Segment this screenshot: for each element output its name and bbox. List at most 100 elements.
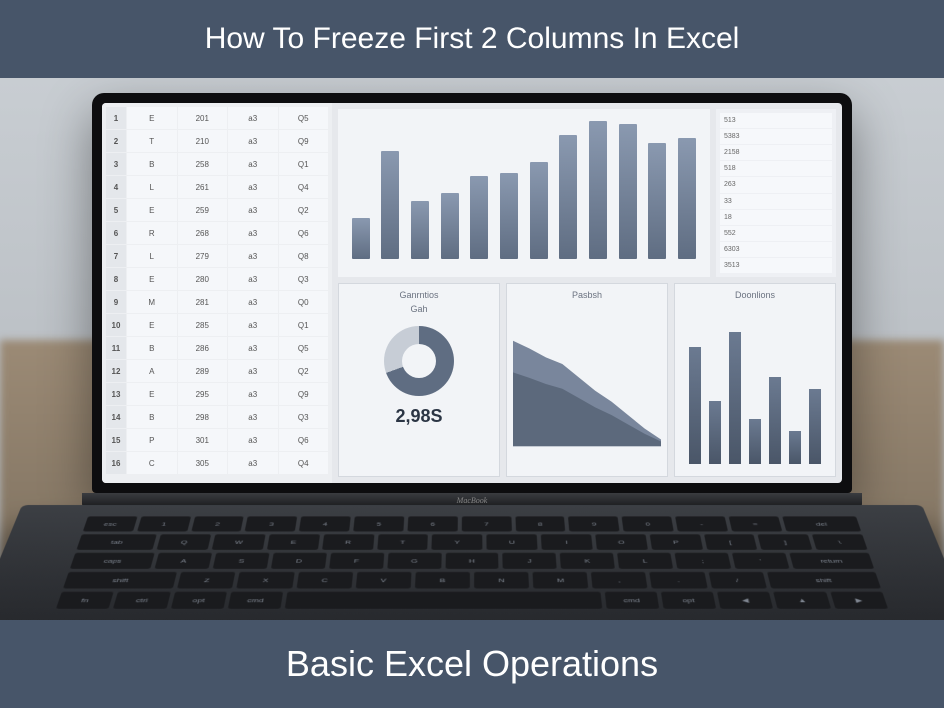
top-banner: How To Freeze First 2 Columns In Excel bbox=[0, 0, 944, 78]
cell: B bbox=[127, 406, 177, 428]
top-chart-row: 51353832158518263331855263033513 bbox=[332, 103, 842, 283]
key: cmd bbox=[228, 591, 284, 608]
cell: Q8 bbox=[279, 245, 329, 267]
cell: 261 bbox=[178, 176, 228, 198]
key: , bbox=[591, 572, 648, 589]
key: del bbox=[782, 516, 861, 531]
area-label: Pasbsh bbox=[572, 290, 602, 300]
key: ▲ bbox=[774, 591, 831, 608]
key: \ bbox=[812, 534, 868, 550]
key: M bbox=[533, 572, 589, 589]
top-bar-chart bbox=[338, 109, 710, 277]
key: 2 bbox=[191, 516, 244, 531]
cell: a3 bbox=[228, 337, 278, 359]
key: opt bbox=[661, 591, 717, 608]
key: E bbox=[267, 534, 320, 550]
donut-label: Gah bbox=[410, 304, 427, 314]
mini-bar bbox=[769, 377, 781, 464]
cell: 210 bbox=[178, 130, 228, 152]
row-header: 13 bbox=[106, 383, 126, 405]
top-title: How To Freeze First 2 Columns In Excel bbox=[205, 22, 740, 56]
cell: 301 bbox=[178, 429, 228, 451]
side-value: 5383 bbox=[720, 129, 832, 144]
bar bbox=[411, 201, 429, 259]
key: shift bbox=[767, 572, 881, 589]
cell: E bbox=[127, 268, 177, 290]
cell: a3 bbox=[228, 360, 278, 382]
key: ◀ bbox=[717, 591, 773, 608]
key: 0 bbox=[622, 516, 674, 531]
key: fn bbox=[56, 591, 114, 608]
cell: Q6 bbox=[279, 222, 329, 244]
cell: a3 bbox=[228, 314, 278, 336]
cell: Q6 bbox=[279, 429, 329, 451]
cell: M bbox=[127, 291, 177, 313]
photo-area: 1E201a3Q52T210a3Q93B258a3Q14L261a3Q45E25… bbox=[0, 78, 944, 620]
key: ▶ bbox=[830, 591, 888, 608]
key: B bbox=[415, 572, 470, 589]
key: Z bbox=[177, 572, 235, 589]
cell: 289 bbox=[178, 360, 228, 382]
key: N bbox=[474, 572, 529, 589]
cell: L bbox=[127, 176, 177, 198]
cell: 279 bbox=[178, 245, 228, 267]
cell: 268 bbox=[178, 222, 228, 244]
cell: a3 bbox=[228, 291, 278, 313]
cell: 258 bbox=[178, 153, 228, 175]
bar bbox=[619, 124, 637, 259]
side-value: 18 bbox=[720, 210, 832, 225]
key-row: tabQWERTYUIOP[]\ bbox=[76, 534, 867, 550]
mini-bar bbox=[809, 389, 821, 464]
key: R bbox=[322, 534, 374, 550]
cell: 259 bbox=[178, 199, 228, 221]
row-header: 16 bbox=[106, 452, 126, 474]
keyboard: esc1234567890-=deltabQWERTYUIOP[]\capsAS… bbox=[0, 505, 944, 620]
cell: E bbox=[127, 199, 177, 221]
key: ' bbox=[732, 553, 790, 569]
key: 7 bbox=[462, 516, 512, 531]
cell: a3 bbox=[228, 406, 278, 428]
cell: T bbox=[127, 130, 177, 152]
row-header: 8 bbox=[106, 268, 126, 290]
key-row: esc1234567890-=del bbox=[83, 516, 861, 531]
key: W bbox=[212, 534, 266, 550]
area-card: Pasbsh bbox=[506, 283, 668, 477]
cell: Q1 bbox=[279, 314, 329, 336]
key: 1 bbox=[137, 516, 191, 531]
key: [ bbox=[704, 534, 758, 550]
bottom-title: Basic Excel Operations bbox=[286, 643, 658, 685]
mini-bar bbox=[709, 401, 721, 464]
mini-bar-label: Doonlions bbox=[735, 290, 775, 300]
cell: 285 bbox=[178, 314, 228, 336]
key: shift bbox=[63, 572, 177, 589]
bar bbox=[500, 173, 518, 259]
cell: R bbox=[127, 222, 177, 244]
key: cmd bbox=[604, 591, 659, 608]
mini-bar bbox=[729, 332, 741, 464]
cell: a3 bbox=[228, 268, 278, 290]
cell: Q0 bbox=[279, 291, 329, 313]
mini-bar bbox=[789, 431, 801, 464]
row-header: 6 bbox=[106, 222, 126, 244]
key: C bbox=[296, 572, 353, 589]
spreadsheet-grid: 1E201a3Q52T210a3Q93B258a3Q14L261a3Q45E25… bbox=[102, 103, 332, 483]
cell: Q4 bbox=[279, 452, 329, 474]
cell: Q1 bbox=[279, 153, 329, 175]
cell: B bbox=[127, 153, 177, 175]
bar bbox=[559, 135, 577, 259]
bottom-charts-row: Ganrntios Gah 2,98S Pasbsh bbox=[332, 283, 842, 483]
screen: 1E201a3Q52T210a3Q93B258a3Q14L261a3Q45E25… bbox=[102, 103, 842, 483]
key: G bbox=[387, 553, 441, 569]
key: ; bbox=[674, 553, 731, 569]
row-header: 12 bbox=[106, 360, 126, 382]
cell: 286 bbox=[178, 337, 228, 359]
key: O bbox=[595, 534, 648, 550]
cell: a3 bbox=[228, 130, 278, 152]
left-card-label: Ganrntios bbox=[399, 290, 438, 300]
key: 8 bbox=[515, 516, 566, 531]
bar bbox=[470, 176, 488, 259]
cell: Q9 bbox=[279, 383, 329, 405]
cell: a3 bbox=[228, 452, 278, 474]
key: esc bbox=[83, 516, 138, 531]
row-header: 14 bbox=[106, 406, 126, 428]
